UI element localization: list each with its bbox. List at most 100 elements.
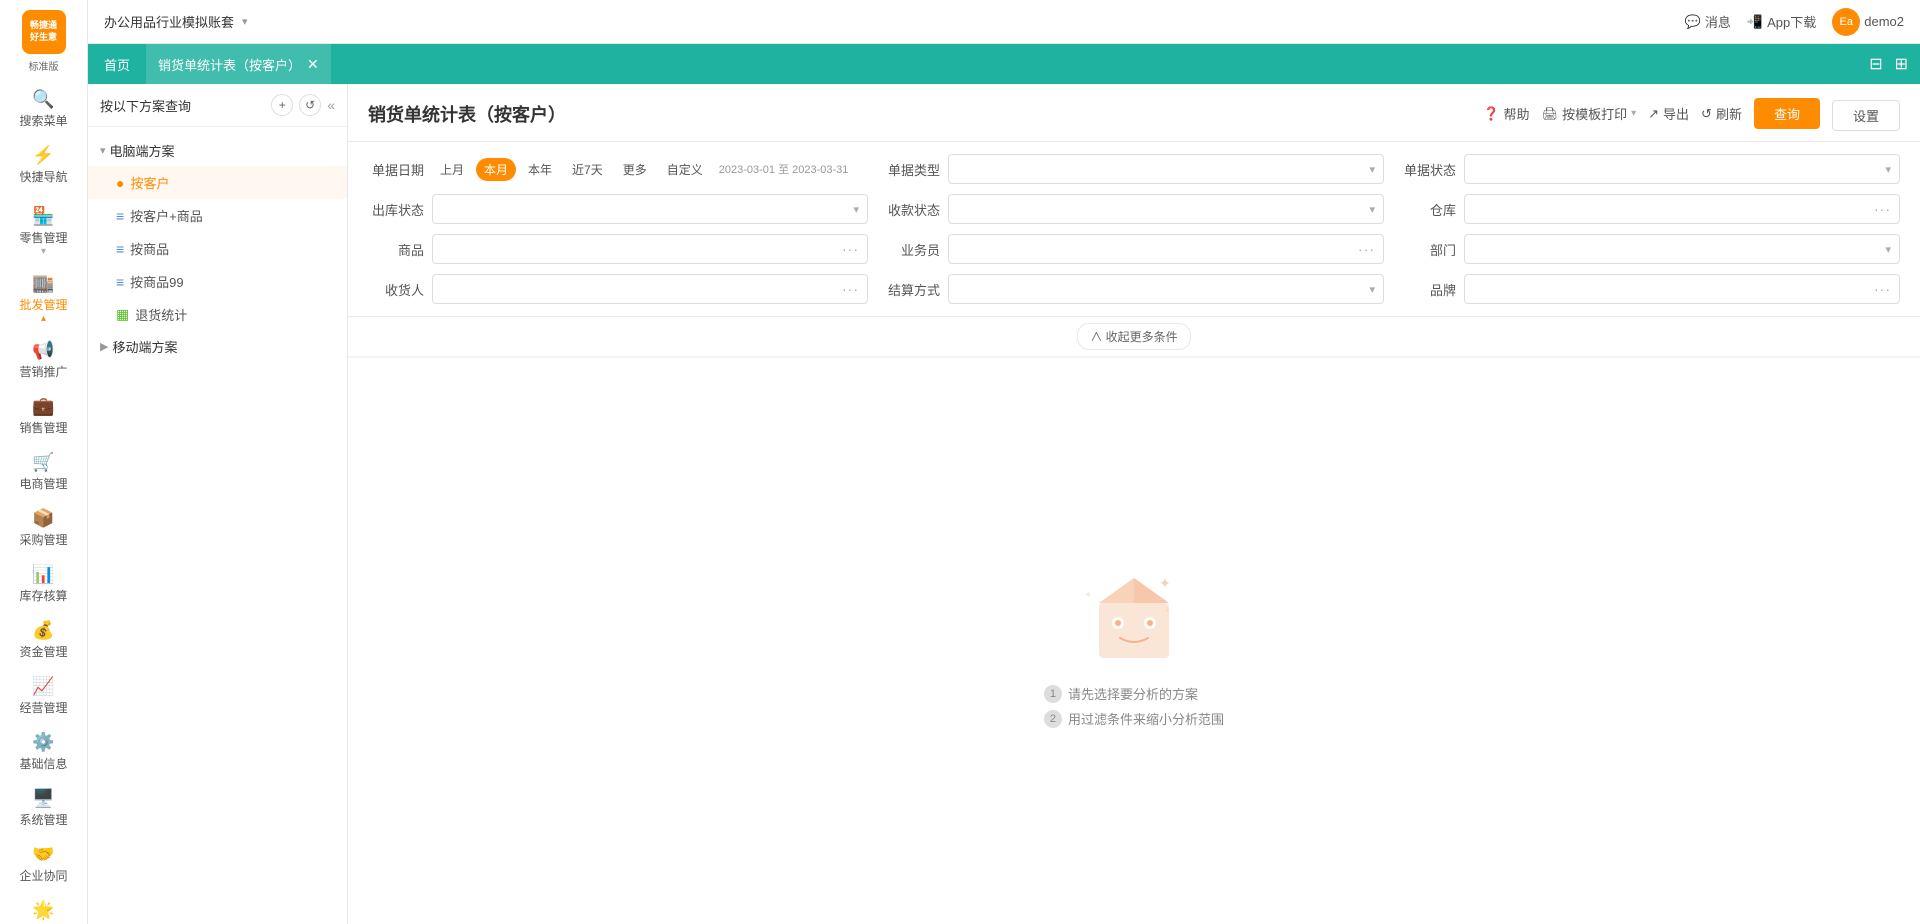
svg-text:✦: ✦: [1159, 575, 1171, 591]
sidebar-item-operations[interactable]: 📈 经营管理: [0, 668, 87, 724]
filter-col-receiver: 收货人 ···: [368, 274, 868, 304]
sidebar-item-marketing[interactable]: 📢 营销推广: [0, 332, 87, 388]
purchase-icon: 📦: [32, 508, 54, 529]
filter-col-goods: 商品 ···: [368, 234, 868, 264]
department-input[interactable]: ▾: [1464, 234, 1900, 264]
content-area: 销货单统计表（按客户） ❓ 帮助 🖨 按模板打印 ▾ ↗ 导出: [348, 84, 1920, 924]
brand-label: 品牌: [1400, 280, 1456, 299]
collapse-more-btn[interactable]: ∧ 收起更多条件: [1077, 323, 1190, 350]
export-btn[interactable]: ↗ 导出: [1648, 104, 1689, 123]
newbie-icon: 🌟: [32, 900, 54, 921]
out-status-label: 出库状态: [368, 200, 424, 219]
date-tab-this-month[interactable]: 本月: [476, 158, 516, 181]
bill-status-label: 单据状态: [1400, 160, 1456, 179]
receiver-more: ···: [842, 281, 859, 297]
out-status-input[interactable]: ▾: [432, 194, 868, 224]
filter-col-date: 单据日期 上月 本月 本年 近7天 更多 自定义 2023-03-01 至 20…: [368, 158, 868, 181]
report-actions: ❓ 帮助 🖨 按模板打印 ▾ ↗ 导出 ↺ 刷新: [1483, 96, 1900, 131]
enterprise-icon: 🤝: [32, 844, 54, 865]
filter-col-department: 部门 ▾: [1400, 234, 1900, 264]
payment-method-arrow: ▾: [1369, 283, 1375, 296]
print-dropdown-arrow: ▾: [1631, 108, 1636, 119]
sidebar-item-ecommerce[interactable]: 🛒 电商管理: [0, 444, 87, 500]
tree-item-by-customer-goods[interactable]: ≡ 按客户+商品: [88, 199, 347, 232]
scheme-tree: ▾ 电脑端方案 ● 按客户 ≡ 按客户+商品 ≡ 按商品: [88, 127, 347, 370]
settings-button[interactable]: 设置: [1832, 100, 1900, 131]
sidebar-item-quicknav[interactable]: ⚡ 快捷导航: [0, 137, 87, 193]
main-area: 办公用品行业模拟账套 ▾ 💬 消息 📲 App下载 Ea demo2 首页: [88, 0, 1920, 924]
tab-sales-stat[interactable]: 销货单统计表（按客户） ✕: [146, 44, 331, 84]
scheme-collapse-btn[interactable]: «: [327, 97, 335, 113]
payment-method-input[interactable]: ▾: [948, 274, 1384, 304]
tree-group-mobile-header[interactable]: ▶ 移动端方案: [88, 331, 347, 362]
tab-close-btn[interactable]: ✕: [307, 57, 319, 71]
chevron-right-icon: ▶: [100, 340, 108, 353]
empty-area: ✦ ✦ ✦ 1 请先选择要分析的方案 2 用过滤条件来缩小分析范围: [348, 358, 1920, 924]
app-logo: 畅捷通 好生意: [22, 10, 66, 54]
messages-btn[interactable]: 💬 消息: [1685, 12, 1731, 31]
help-icon: ❓: [1483, 106, 1499, 122]
circle-icon: ●: [116, 175, 124, 191]
table-icon-3: ≡: [116, 274, 124, 290]
user-profile-btn[interactable]: Ea demo2: [1832, 8, 1904, 36]
tree-item-by-customer[interactable]: ● 按客户: [88, 166, 347, 199]
tab-maximize-btn[interactable]: ⊞: [1891, 50, 1912, 78]
sidebar-item-enterprise[interactable]: 🤝 企业协同: [0, 836, 87, 892]
query-button[interactable]: 查询: [1754, 98, 1820, 129]
refresh-btn[interactable]: ↺ 刷新: [1701, 104, 1742, 123]
sidebar-item-purchase[interactable]: 📦 采购管理: [0, 500, 87, 556]
tree-item-by-goods[interactable]: ≡ 按商品: [88, 232, 347, 265]
sidebar-item-basic[interactable]: ⚙️ 基础信息: [0, 724, 87, 780]
brand-input[interactable]: ···: [1464, 274, 1900, 304]
sales-icon: 💼: [32, 396, 54, 417]
collapse-bar: ∧ 收起更多条件: [348, 317, 1920, 356]
industry-dropdown-arrow[interactable]: ▾: [242, 15, 248, 28]
sidebar-item-retail[interactable]: 🏪 零售管理 ▾: [0, 198, 87, 265]
bill-status-input[interactable]: ▾: [1464, 154, 1900, 184]
scheme-add-btn[interactable]: +: [271, 94, 293, 116]
sidebar-item-system[interactable]: 🖥️ 系统管理: [0, 780, 87, 836]
chart-icon: ▦: [116, 306, 129, 323]
payment-status-input[interactable]: ▾: [948, 194, 1384, 224]
help-btn[interactable]: ❓ 帮助: [1483, 104, 1529, 123]
warehouse-input[interactable]: ···: [1464, 194, 1900, 224]
tree-item-by-goods-99[interactable]: ≡ 按商品99: [88, 265, 347, 298]
salesperson-input[interactable]: ···: [948, 234, 1384, 264]
tabbar-right: ⊟ ⊞: [1865, 50, 1920, 78]
payment-method-label: 结算方式: [884, 280, 940, 299]
bill-type-label: 单据类型: [884, 160, 940, 179]
scheme-refresh-btn[interactable]: ↺: [299, 94, 321, 116]
sidebar-item-newbie[interactable]: 🌟 新手引导: [0, 892, 87, 924]
page-content: 按以下方案查询 + ↺ « ▾: [88, 84, 1920, 924]
empty-tip-2: 2 用过滤条件来缩小分析范围: [1044, 709, 1224, 728]
sidebar-item-sales[interactable]: 💼 销售管理: [0, 388, 87, 444]
tree-item-return-stat[interactable]: ▦ 退货统计: [88, 298, 347, 331]
tip-num-2: 2: [1044, 710, 1062, 728]
topbar: 办公用品行业模拟账套 ▾ 💬 消息 📲 App下载 Ea demo2: [88, 0, 1920, 44]
tree-group-desktop-header[interactable]: ▾ 电脑端方案: [88, 135, 347, 166]
print-template-btn[interactable]: 🖨 按模板打印 ▾: [1542, 104, 1637, 123]
bill-status-arrow: ▾: [1885, 163, 1891, 176]
report-header: 销货单统计表（按客户） ❓ 帮助 🖨 按模板打印 ▾ ↗ 导出: [348, 84, 1920, 142]
date-tab-7days[interactable]: 近7天: [564, 158, 611, 181]
bill-type-input[interactable]: ▾: [948, 154, 1384, 184]
goods-input[interactable]: ···: [432, 234, 868, 264]
wholesale-icon: 🏬: [32, 273, 54, 294]
sidebar-item-finance[interactable]: 💰 资金管理: [0, 612, 87, 668]
sidebar-item-search[interactable]: 🔍 搜索菜单: [0, 81, 87, 137]
sidebar-item-inventory[interactable]: 📊 库存核算: [0, 556, 87, 612]
filter-col-type: 单据类型 ▾: [884, 154, 1384, 184]
tree-group-desktop: ▾ 电脑端方案 ● 按客户 ≡ 按客户+商品 ≡ 按商品: [88, 135, 347, 331]
filter-row-2: 出库状态 ▾ 收款状态 ▾ 仓库: [368, 194, 1900, 224]
receiver-input[interactable]: ···: [432, 274, 868, 304]
tab-minimize-btn[interactable]: ⊟: [1865, 50, 1886, 78]
sidebar-item-wholesale[interactable]: 🏬 批发管理 ▴: [0, 265, 87, 332]
refresh-icon: ↺: [1701, 106, 1712, 122]
date-tab-last-month[interactable]: 上月: [432, 158, 472, 181]
salesperson-more: ···: [1358, 241, 1375, 257]
tab-home[interactable]: 首页: [88, 44, 146, 84]
date-tab-custom[interactable]: 自定义: [659, 158, 711, 181]
app-download-btn[interactable]: 📲 App下载: [1747, 12, 1816, 31]
date-tab-more[interactable]: 更多: [615, 158, 655, 181]
date-tab-this-year[interactable]: 本年: [520, 158, 560, 181]
